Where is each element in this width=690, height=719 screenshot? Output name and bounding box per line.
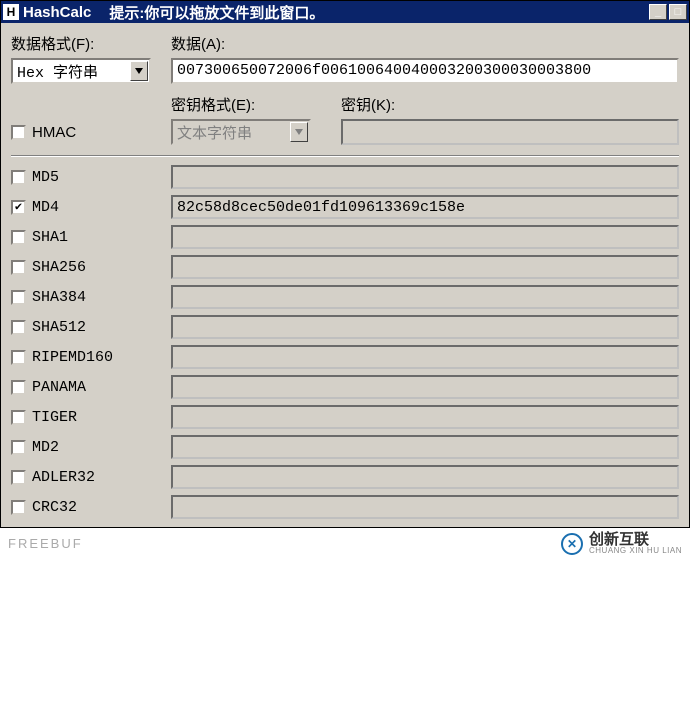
hash-output-crc32 — [171, 495, 679, 519]
data-input[interactable]: 007300650072006f006100640040003200300030… — [171, 58, 679, 84]
hash-label: SHA512 — [32, 319, 86, 336]
hash-label: CRC32 — [32, 499, 77, 516]
hash-list: MD5 MD4 82c58d8cec50de01fd109613369c158e SH… — [11, 165, 679, 519]
hash-row: ADLER32 — [11, 465, 679, 489]
hmac-label: HMAC — [32, 124, 76, 141]
brand-right: ✕ 创新互联 CHUANG XIN HU LIAN — [561, 532, 682, 555]
hash-row: SHA512 — [11, 315, 679, 339]
hash-checkbox-ripemd160[interactable] — [11, 350, 26, 365]
brand-logo-icon: ✕ — [561, 533, 583, 555]
hash-checkbox-sha256[interactable] — [11, 260, 26, 275]
hash-output-tiger — [171, 405, 679, 429]
separator — [11, 155, 679, 157]
footer-watermark: FREEBUF ✕ 创新互联 CHUANG XIN HU LIAN — [0, 528, 690, 559]
hash-row: PANAMA — [11, 375, 679, 399]
hash-checkbox-md4[interactable] — [11, 200, 26, 215]
hash-checkbox-panama[interactable] — [11, 380, 26, 395]
app-window: H HashCalc 提示:你可以拖放文件到此窗口。 _ □ 数据格式(F): … — [0, 0, 690, 528]
key-label: 密钥(K): — [341, 94, 395, 115]
hash-output-ripemd160 — [171, 345, 679, 369]
hash-output-md2 — [171, 435, 679, 459]
minimize-button[interactable]: _ — [649, 4, 667, 20]
hash-checkbox-sha1[interactable] — [11, 230, 26, 245]
key-format-combo: 文本字符串 — [171, 119, 311, 145]
hash-row: MD5 — [11, 165, 679, 189]
data-format-combo[interactable]: Hex 字符串 — [11, 58, 151, 84]
brand-sub: CHUANG XIN HU LIAN — [589, 547, 682, 555]
hash-label: MD4 — [32, 199, 59, 216]
hash-checkbox-crc32[interactable] — [11, 500, 26, 515]
hash-label: ADLER32 — [32, 469, 95, 486]
hash-checkbox-tiger[interactable] — [11, 410, 26, 425]
data-format-label: 数据格式(F): — [11, 33, 171, 54]
chevron-down-icon[interactable] — [130, 61, 148, 81]
hash-checkbox-sha512[interactable] — [11, 320, 26, 335]
hmac-checkbox[interactable] — [11, 125, 26, 140]
hash-label: SHA384 — [32, 289, 86, 306]
hash-row: RIPEMD160 — [11, 345, 679, 369]
client-area: 数据格式(F): 数据(A): Hex 字符串 007300650072006f… — [1, 23, 689, 527]
hash-label: PANAMA — [32, 379, 86, 396]
hash-row: CRC32 — [11, 495, 679, 519]
hash-output-sha512 — [171, 315, 679, 339]
key-format-value: 文本字符串 — [173, 120, 289, 145]
hash-row: SHA384 — [11, 285, 679, 309]
brand-name: 创新互联 — [589, 532, 682, 547]
hash-output-sha256 — [171, 255, 679, 279]
titlebar-hint: 提示:你可以拖放文件到此窗口。 — [109, 2, 649, 23]
hash-label: RIPEMD160 — [32, 349, 113, 366]
watermark-left: FREEBUF — [8, 536, 83, 551]
hash-label: SHA256 — [32, 259, 86, 276]
hash-checkbox-sha384[interactable] — [11, 290, 26, 305]
hash-checkbox-md5[interactable] — [11, 170, 26, 185]
hash-row: SHA256 — [11, 255, 679, 279]
maximize-button[interactable]: □ — [669, 4, 687, 20]
titlebar: H HashCalc 提示:你可以拖放文件到此窗口。 _ □ — [1, 1, 689, 23]
hash-label: MD2 — [32, 439, 59, 456]
hash-checkbox-md2[interactable] — [11, 440, 26, 455]
hash-row: SHA1 — [11, 225, 679, 249]
app-icon: H — [3, 4, 19, 20]
hash-row: MD4 82c58d8cec50de01fd109613369c158e — [11, 195, 679, 219]
chevron-down-icon — [290, 122, 308, 142]
hash-label: MD5 — [32, 169, 59, 186]
hash-label: TIGER — [32, 409, 77, 426]
hash-output-sha1 — [171, 225, 679, 249]
hash-output-md4[interactable]: 82c58d8cec50de01fd109613369c158e — [171, 195, 679, 219]
data-label: 数据(A): — [171, 33, 679, 54]
hash-checkbox-adler32[interactable] — [11, 470, 26, 485]
key-format-label: 密钥格式(E): — [171, 94, 341, 115]
key-input — [341, 119, 679, 145]
hash-output-panama — [171, 375, 679, 399]
hash-output-sha384 — [171, 285, 679, 309]
data-format-value: Hex 字符串 — [13, 59, 129, 84]
app-title: HashCalc — [23, 4, 91, 21]
hash-label: SHA1 — [32, 229, 68, 246]
hash-row: MD2 — [11, 435, 679, 459]
hash-row: TIGER — [11, 405, 679, 429]
hash-output-md5 — [171, 165, 679, 189]
hash-output-adler32 — [171, 465, 679, 489]
